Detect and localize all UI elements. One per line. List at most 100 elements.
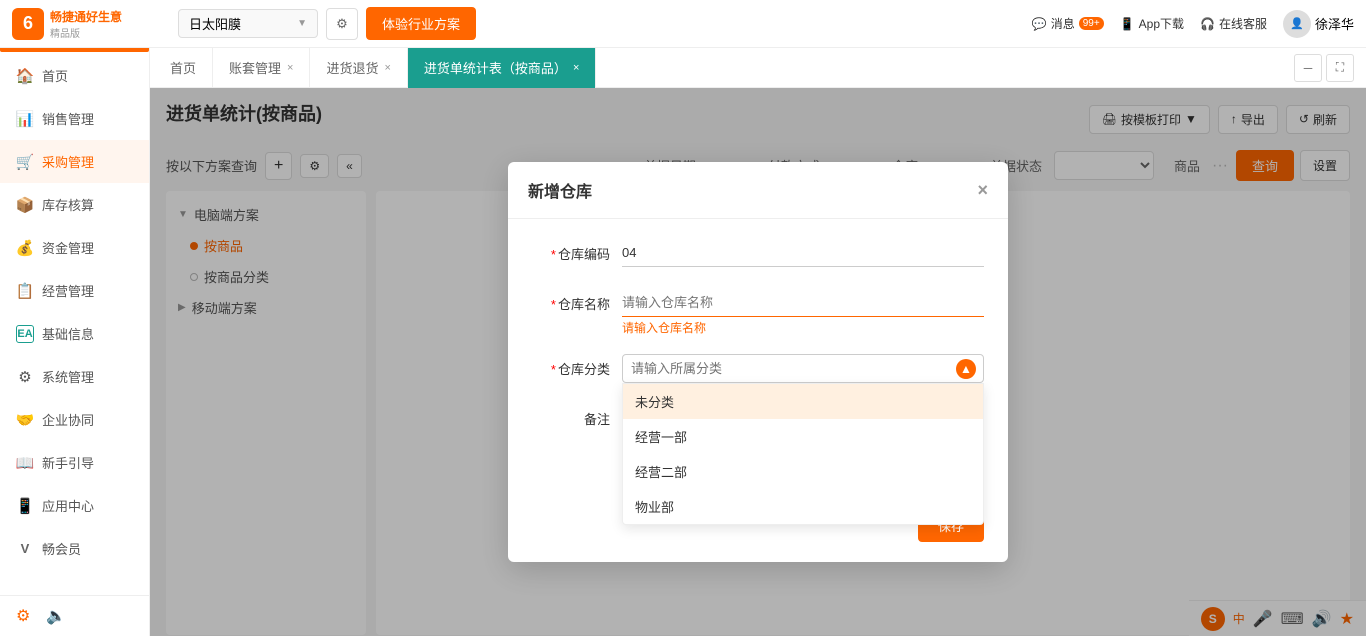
sidebar-item-member[interactable]: V 畅会员: [0, 527, 149, 570]
sidebar-item-purchase[interactable]: 🛒 采购管理: [0, 140, 149, 183]
form-row-code: 仓库编码: [532, 239, 984, 271]
category-input-wrap: ▲ 未分类 经营一部 经营二部 物业部: [622, 354, 984, 383]
tab-account[interactable]: 账套管理 ×: [213, 48, 310, 88]
tab-return-label: 进货退货: [326, 58, 378, 77]
tabs-right-buttons: ─ ⛶: [1294, 54, 1362, 82]
modal-close-button[interactable]: ×: [977, 180, 988, 201]
sidebar-item-guide[interactable]: 📖 新手引导: [0, 441, 149, 484]
sidebar-item-app-center[interactable]: 📱 应用中心: [0, 484, 149, 527]
code-label: 仓库编码: [532, 239, 622, 271]
tab-purchase-stat[interactable]: 进货单统计表（按商品） ×: [408, 48, 596, 88]
sidebar: 🏠 首页 📊 销售管理 🛒 采购管理 📦 库存核算 💰 资金管理 📋 经营管理 …: [0, 48, 150, 636]
tabs-bar: 首页 账套管理 × 进货退货 × 进货单统计表（按商品） × ─ ⛶: [150, 48, 1366, 88]
sidebar-label-basic-info: 基础信息: [42, 324, 94, 343]
modal-title: 新增仓库: [528, 178, 592, 202]
tab-account-label: 账套管理: [229, 58, 281, 77]
name-label: 仓库名称: [532, 289, 622, 321]
tab-home[interactable]: 首页: [154, 48, 213, 88]
app-download-button[interactable]: 📱 App下载: [1120, 15, 1184, 32]
sales-icon: 📊: [16, 110, 34, 128]
modal-overlay: 新增仓库 × 仓库编码 仓库名称: [150, 88, 1366, 636]
sidebar-label-member: 畅会员: [42, 539, 81, 558]
user-menu[interactable]: 👤 徐泽华: [1283, 10, 1354, 38]
main-content: 首页 账套管理 × 进货退货 × 进货单统计表（按商品） × ─ ⛶: [150, 48, 1366, 636]
message-button[interactable]: 💬 消息 99+: [1032, 15, 1104, 32]
code-input[interactable]: [622, 239, 984, 267]
name-input[interactable]: [622, 289, 984, 317]
sidebar-item-system[interactable]: ⚙ 系统管理: [0, 355, 149, 398]
tab-purchase-stat-label: 进货单统计表（按商品）: [424, 58, 567, 77]
tab-purchase-stat-close[interactable]: ×: [573, 62, 579, 74]
expand-icon: ⛶: [1336, 60, 1344, 75]
logo-text: 畅捷通好生意 精品版: [50, 8, 122, 40]
dropdown-item-dept2[interactable]: 经营二部: [623, 454, 983, 489]
sidebar-item-sales[interactable]: 📊 销售管理: [0, 97, 149, 140]
store-chevron-icon: ▼: [297, 18, 307, 29]
sidebar-label-inventory: 库存核算: [42, 195, 94, 214]
sidebar-item-home[interactable]: 🏠 首页: [0, 54, 149, 97]
category-chevron-icon[interactable]: ▲: [956, 359, 976, 379]
gear-icon: ⚙: [336, 16, 348, 32]
tab-return[interactable]: 进货退货 ×: [310, 48, 407, 88]
basic-info-icon: EA: [16, 325, 34, 343]
store-name: 日太阳膜: [189, 14, 241, 33]
user-avatar: 👤: [1283, 10, 1311, 38]
service-label: 在线客服: [1219, 15, 1267, 32]
sidebar-label-sales: 销售管理: [42, 109, 94, 128]
sidebar-item-operations[interactable]: 📋 经营管理: [0, 269, 149, 312]
app-logo-icon: 6: [12, 8, 44, 40]
operations-icon: 📋: [16, 282, 34, 300]
sidebar-item-basic-info[interactable]: EA 基础信息: [0, 312, 149, 355]
tab-home-label: 首页: [170, 58, 196, 77]
new-warehouse-modal: 新增仓库 × 仓库编码 仓库名称: [508, 162, 1008, 562]
logo-area: 6 畅捷通好生意 精品版: [12, 8, 162, 40]
tab-return-close[interactable]: ×: [384, 62, 390, 74]
message-label: 消息: [1051, 15, 1075, 32]
settings-button[interactable]: ⚙: [326, 8, 358, 40]
trial-button[interactable]: 体验行业方案: [366, 7, 476, 40]
sidebar-sound-icon[interactable]: 🔈: [46, 606, 66, 626]
category-input[interactable]: [622, 354, 984, 383]
sidebar-top-bar: [0, 48, 149, 52]
tab-expand-button[interactable]: ⛶: [1326, 54, 1354, 82]
app-center-icon: 📱: [16, 497, 34, 515]
online-service-button[interactable]: 🎧 在线客服: [1200, 15, 1267, 32]
system-icon: ⚙: [16, 368, 34, 386]
minimize-icon: ─: [1304, 61, 1313, 75]
category-label: 仓库分类: [532, 354, 622, 386]
store-selector[interactable]: 日太阳膜 ▼: [178, 9, 318, 38]
header-right: 💬 消息 99+ 📱 App下载 🎧 在线客服 👤 徐泽华: [1032, 10, 1354, 38]
message-badge: 99+: [1079, 17, 1104, 30]
sidebar-label-finance: 资金管理: [42, 238, 94, 257]
name-input-wrap: 请输入仓库名称: [622, 289, 984, 336]
app-download-label: App下载: [1139, 15, 1184, 32]
page-area: 进货单统计(按商品) 🖨 按模板打印 ▼ ↑ 导出 ↺ 刷新: [150, 88, 1366, 636]
message-icon: 💬: [1032, 17, 1047, 31]
dropdown-item-property[interactable]: 物业部: [623, 489, 983, 524]
tab-account-close[interactable]: ×: [287, 62, 293, 74]
note-label: 备注: [532, 404, 622, 436]
user-name: 徐泽华: [1315, 14, 1354, 33]
inventory-icon: 📦: [16, 196, 34, 214]
mobile-icon: 📱: [1120, 17, 1135, 31]
dropdown-item-dept1[interactable]: 经营一部: [623, 419, 983, 454]
home-icon: 🏠: [16, 67, 34, 85]
name-error-msg: 请输入仓库名称: [622, 319, 984, 336]
sidebar-label-system: 系统管理: [42, 367, 94, 386]
sidebar-label-operations: 经营管理: [42, 281, 94, 300]
sidebar-settings-icon[interactable]: ⚙: [16, 606, 30, 626]
modal-body: 仓库编码 仓库名称 请输入仓库名称: [508, 219, 1008, 509]
modal-header: 新增仓库 ×: [508, 162, 1008, 219]
dropdown-item-unclassified[interactable]: 未分类: [623, 384, 983, 419]
tab-minimize-button[interactable]: ─: [1294, 54, 1322, 82]
sidebar-label-guide: 新手引导: [42, 453, 94, 472]
top-header: 6 畅捷通好生意 精品版 日太阳膜 ▼ ⚙ 体验行业方案 💬 消息 99+ 📱 …: [0, 0, 1366, 48]
sidebar-label-home: 首页: [42, 66, 68, 85]
category-dropdown: 未分类 经营一部 经营二部 物业部: [622, 383, 984, 525]
cooperation-icon: 🤝: [16, 411, 34, 429]
sidebar-item-inventory[interactable]: 📦 库存核算: [0, 183, 149, 226]
form-row-name: 仓库名称 请输入仓库名称: [532, 289, 984, 336]
form-row-category: 仓库分类 ▲ 未分类 经营一部 经营二部 物业部: [532, 354, 984, 386]
sidebar-item-cooperation[interactable]: 🤝 企业协同: [0, 398, 149, 441]
sidebar-item-finance[interactable]: 💰 资金管理: [0, 226, 149, 269]
